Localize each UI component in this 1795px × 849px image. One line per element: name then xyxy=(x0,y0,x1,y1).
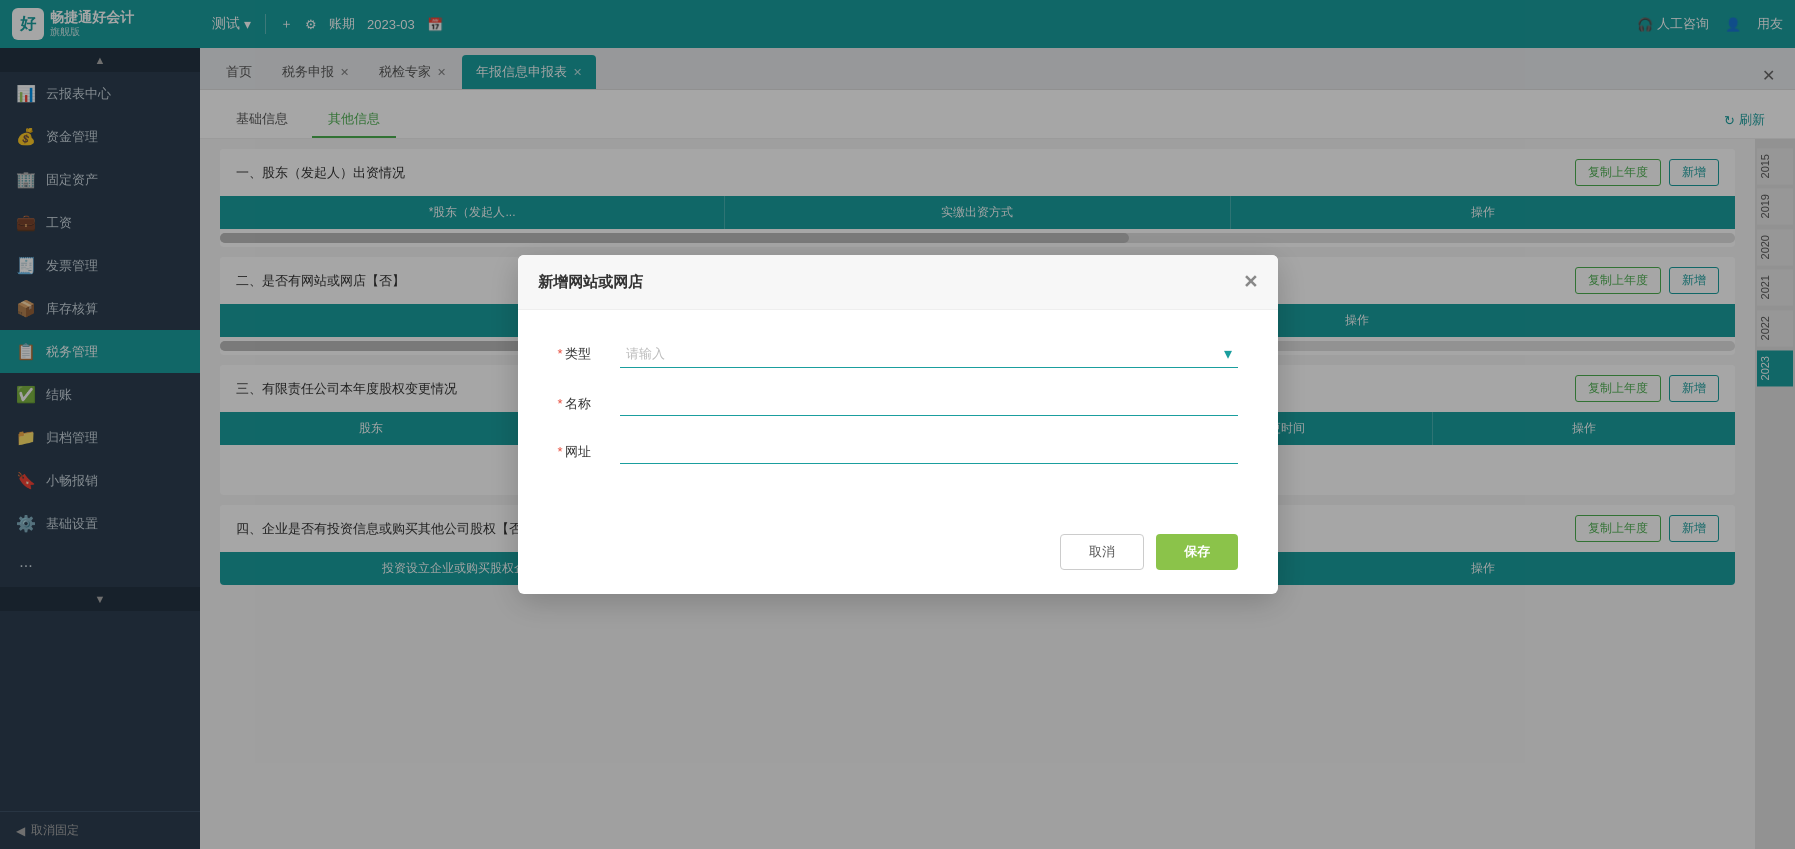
modal-header: 新增网站或网店 ✕ xyxy=(518,255,1278,310)
name-label: *名称 xyxy=(558,395,608,413)
type-input[interactable] xyxy=(626,346,1224,361)
url-input[interactable] xyxy=(626,444,1232,459)
save-btn[interactable]: 保存 xyxy=(1156,534,1238,570)
name-input[interactable] xyxy=(626,396,1232,411)
modal-overlay[interactable]: 新增网站或网店 ✕ *类型 ▾ *名称 xyxy=(0,0,1795,849)
form-row-name: *名称 xyxy=(558,392,1238,416)
modal-close-btn[interactable]: ✕ xyxy=(1243,271,1258,293)
modal-body: *类型 ▾ *名称 *网址 xyxy=(518,310,1278,518)
dropdown-arrow-icon[interactable]: ▾ xyxy=(1224,344,1232,363)
cancel-btn[interactable]: 取消 xyxy=(1060,534,1144,570)
modal-title: 新增网站或网店 xyxy=(538,273,643,292)
form-row-url: *网址 xyxy=(558,440,1238,464)
type-input-wrap[interactable]: ▾ xyxy=(620,340,1238,368)
url-label: *网址 xyxy=(558,443,608,461)
url-input-wrap[interactable] xyxy=(620,440,1238,464)
modal-footer: 取消 保存 xyxy=(518,518,1278,594)
modal-add-website: 新增网站或网店 ✕ *类型 ▾ *名称 xyxy=(518,255,1278,594)
name-input-wrap[interactable] xyxy=(620,392,1238,416)
form-row-type: *类型 ▾ xyxy=(558,340,1238,368)
type-label: *类型 xyxy=(558,345,608,363)
